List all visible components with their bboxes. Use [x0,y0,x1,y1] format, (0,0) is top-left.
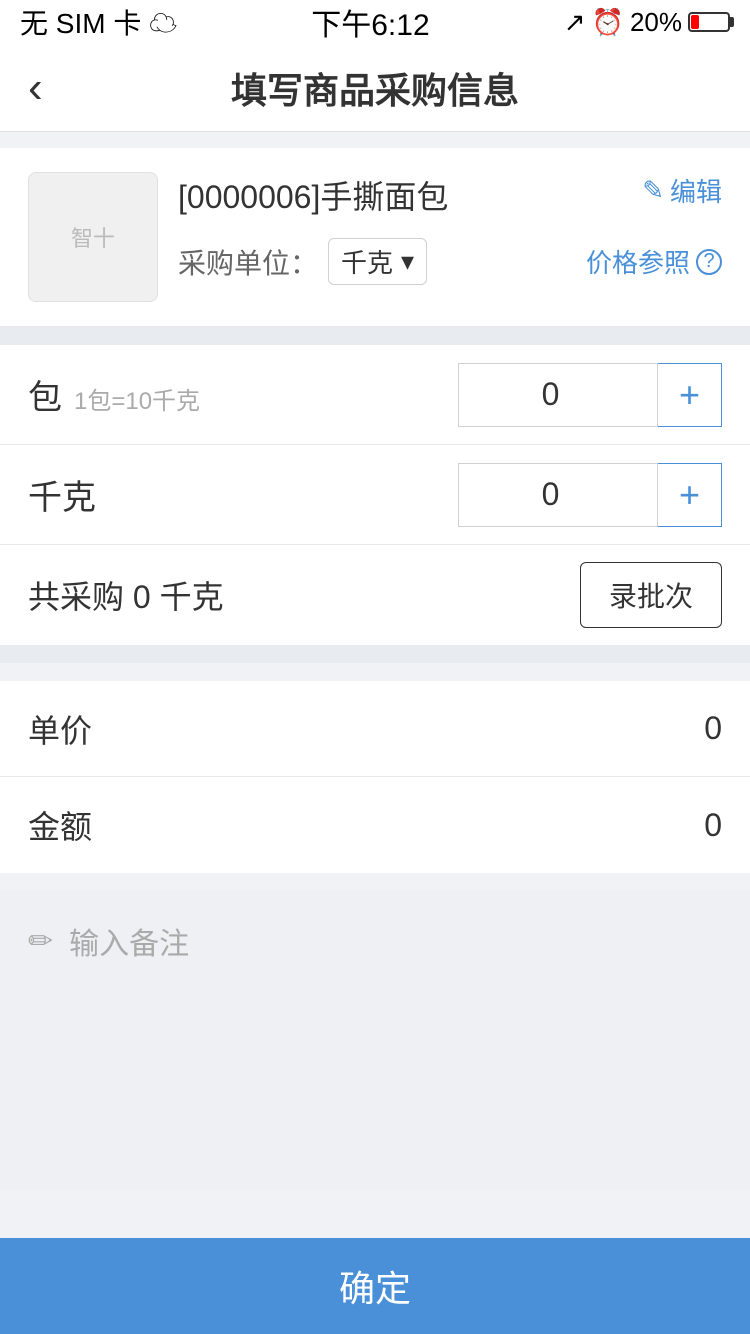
bag-input-row: 包 1包=10千克 + [0,345,750,445]
bag-plus-button[interactable]: + [658,363,722,427]
pencil-icon: ✏ [28,924,53,959]
total-text: 共采购 0 千克 [28,572,224,618]
unit-price-label: 单价 [28,706,92,752]
sim-status: 无 SIM 卡 ☁ [20,2,177,42]
price-ref-label: 价格参照 [586,243,690,280]
edit-label: 编辑 [670,172,722,209]
unit-value: 千克 [341,243,393,280]
kg-input-control: + [458,463,722,527]
unit-select[interactable]: 千克 ▾ [328,238,427,285]
amount-label: 金额 [28,802,92,848]
notes-row: ✏ 输入备注 [28,919,722,963]
product-image: 智十 [28,172,158,302]
battery-icon [688,12,730,32]
bag-input-control: + [458,363,722,427]
location-icon: ↗ [564,7,586,38]
page-title: 填写商品采购信息 [231,62,519,114]
status-left: 无 SIM 卡 ☁ [20,2,177,42]
back-button[interactable]: ‹ [28,63,43,113]
chevron-down-icon: ▾ [401,246,414,277]
unit-label: 采购单位： [178,242,318,282]
price-ref-button[interactable]: 价格参照 ? [586,243,722,280]
batch-button[interactable]: 录批次 [580,562,722,628]
product-info: [0000006]手撕面包 ✎ 编辑 采购单位： 千克 ▾ 价格参照 ? [178,172,722,285]
total-row: 共采购 0 千克 录批次 [0,545,750,645]
product-name: [0000006]手撕面包 [178,172,448,218]
amount-value: 0 [704,807,722,844]
kg-number-input[interactable] [458,463,658,527]
product-card: 智十 [0000006]手撕面包 ✎ 编辑 采购单位： 千克 ▾ 价格参照 ? [0,148,750,327]
section-divider-1 [0,327,750,345]
alarm-icon: ⏰ [592,7,624,38]
notes-placeholder: 输入备注 [69,919,189,963]
unit-price-value: 0 [704,710,722,747]
help-icon: ? [696,249,722,275]
bag-label-block: 包 1包=10千克 [28,370,200,419]
status-right: ↗ ⏰ 20% [564,7,730,38]
edit-button[interactable]: ✎ 编辑 [642,172,722,209]
status-bar: 无 SIM 卡 ☁ 下午6:12 ↗ ⏰ 20% [0,0,750,44]
battery-text: 20% [630,7,682,38]
section-divider-2 [0,645,750,663]
kg-label-block: 千克 [28,470,96,519]
bag-sub-label: 1包=10千克 [74,381,200,416]
product-name-row: [0000006]手撕面包 ✎ 编辑 [178,172,722,218]
unit-price-row: 单价 0 [0,681,750,777]
amount-row: 金额 0 [0,777,750,873]
confirm-button[interactable]: 确定 [0,1238,750,1334]
kg-input-row: 千克 + [0,445,750,545]
notes-section[interactable]: ✏ 输入备注 [0,891,750,1191]
bag-label: 包 [28,370,62,419]
bag-number-input[interactable] [458,363,658,427]
kg-plus-button[interactable]: + [658,463,722,527]
nav-bar: ‹ 填写商品采购信息 [0,44,750,132]
unit-row: 采购单位： 千克 ▾ 价格参照 ? [178,238,722,285]
product-image-text: 智十 [71,221,115,253]
input-section: 包 1包=10千克 + 千克 + 共采购 0 千克 录批次 [0,345,750,645]
edit-icon: ✎ [642,175,664,206]
kg-label: 千克 [28,470,96,519]
status-time: 下午6:12 [311,0,429,44]
price-info-section: 单价 0 金额 0 [0,681,750,873]
